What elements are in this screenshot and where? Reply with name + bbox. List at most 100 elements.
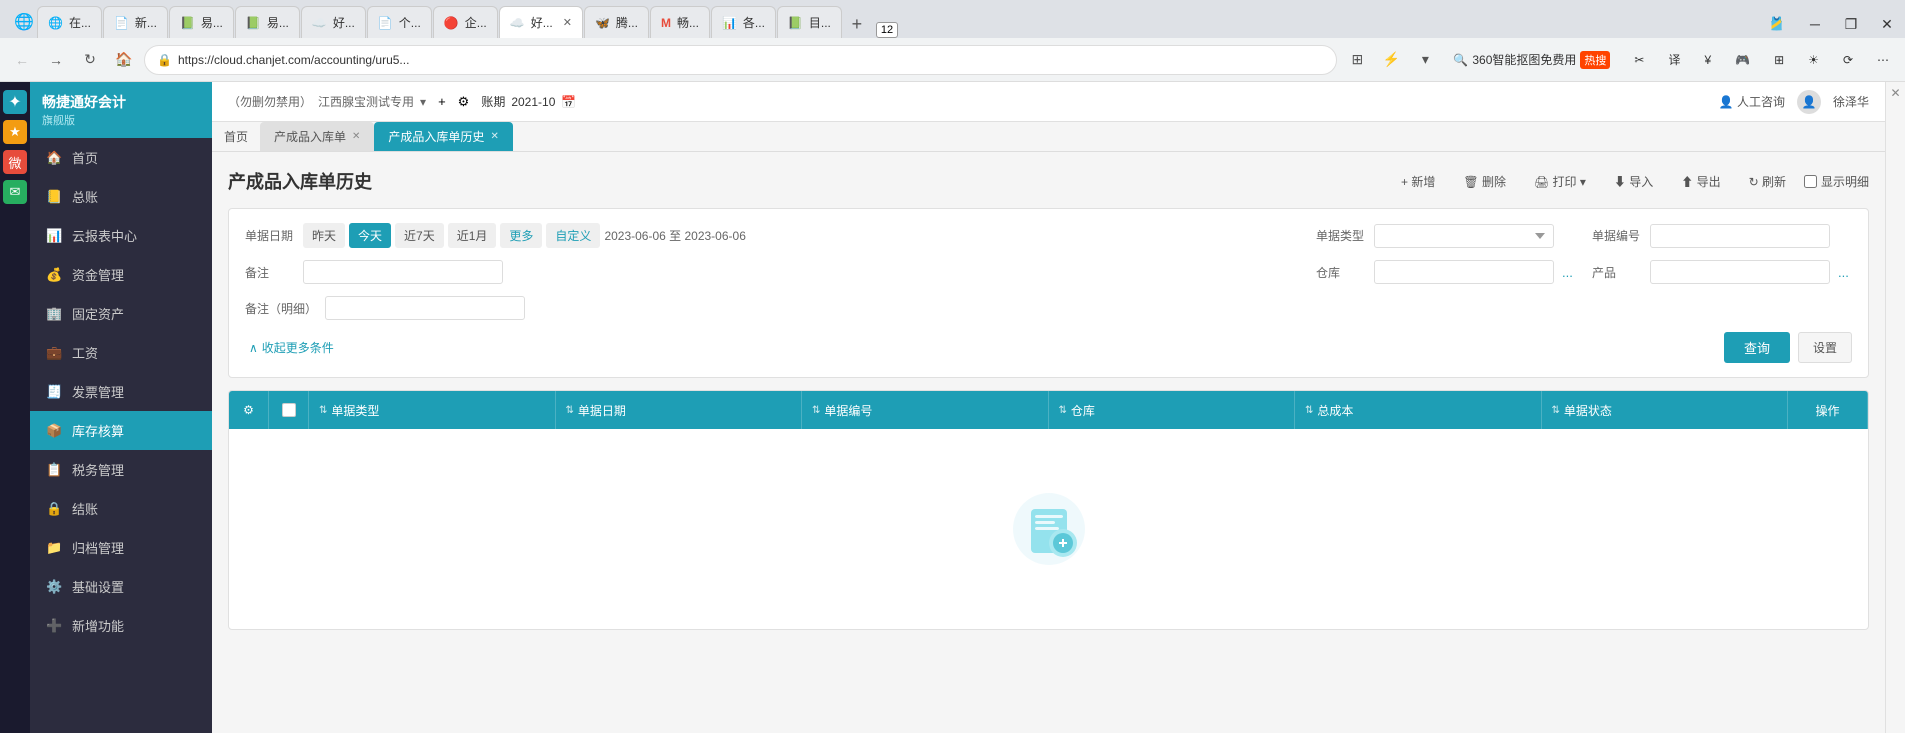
sidebar-item-closing[interactable]: 🔒 结账 [30,489,212,528]
forward-button[interactable]: → [42,46,70,74]
theme-btn[interactable]: ☀ [1800,49,1827,71]
sidebar-item-more[interactable]: ➕ 新增功能 [30,606,212,645]
more-btn[interactable]: ⋯ [1869,49,1897,71]
product-dots[interactable]: ... [1838,265,1849,280]
note-input[interactable] [303,260,503,284]
th-doc-num[interactable]: ⇅ 单据编号 [802,391,1049,429]
tab-2[interactable]: 📄 新... [103,6,168,38]
date-btn-more[interactable]: 更多 [500,223,542,248]
warehouse-dots[interactable]: ... [1562,265,1573,280]
warehouse-label: 仓库 [1316,264,1366,281]
company-settings-btn[interactable]: ⚙ [458,94,470,110]
minimize-button[interactable]: ─ [1801,14,1829,34]
scissors-btn[interactable]: ✂ [1626,49,1652,71]
new-tab-button[interactable]: + [843,10,871,38]
sidebar-item-archive[interactable]: 📁 归档管理 [30,528,212,567]
tab-9[interactable]: 🦋 腾... [584,6,649,38]
back-button[interactable]: ← [8,46,36,74]
sidebar-item-settings[interactable]: ⚙️ 基础设置 [30,567,212,606]
tab-6[interactable]: 📄 个... [367,6,432,38]
icon-sidebar-weibo[interactable]: 微 [3,150,27,174]
refresh-button[interactable]: ↻ 刷新 [1739,169,1796,194]
tab-1[interactable]: 🌐 在... [37,6,102,38]
tab-11[interactable]: 📊 各... [711,6,776,38]
sidebar-item-inventory[interactable]: 📦 库存核算 [30,411,212,450]
th-doc-type[interactable]: ⇅ 单据类型 [309,391,556,429]
tab-navigate-back[interactable]: 🌐 [4,6,36,38]
currency-btn[interactable]: ¥ [1696,49,1719,71]
tab-10[interactable]: M 畅... [650,6,710,38]
th-warehouse[interactable]: ⇅ 仓库 [1049,391,1296,429]
layout-btn[interactable]: ⊞ [1766,49,1792,71]
th-settings[interactable]: ⚙ [229,391,269,429]
sidebar-item-finance[interactable]: 💰 资金管理 [30,255,212,294]
date-btn-yesterday[interactable]: 昨天 [303,223,345,248]
icon-sidebar-mail[interactable]: ✉ [3,180,27,204]
calendar-icon[interactable]: 📅 [561,95,576,109]
sidebar-item-fixed[interactable]: 🏢 固定资产 [30,294,212,333]
sidebar-item-tax[interactable]: 📋 税务管理 [30,450,212,489]
sidebar-item-salary[interactable]: 💼 工资 [30,333,212,372]
reload-button[interactable]: ↻ [76,46,104,74]
doc-num-input[interactable] [1650,224,1830,248]
tab-4[interactable]: 📗 易... [235,6,300,38]
sync-btn[interactable]: ⟳ [1835,49,1861,71]
tab-7[interactable]: 🔴 企... [433,6,498,38]
date-btn-7days[interactable]: 近7天 [395,223,444,248]
right-panel-close[interactable]: ✕ [1890,86,1900,100]
print-button[interactable]: 🖨 打印 ▾ [1524,169,1596,194]
sidebar-item-invoice[interactable]: 🧾 发票管理 [30,372,212,411]
th-doc-date[interactable]: ⇅ 单据日期 [556,391,803,429]
service-label[interactable]: 👤 人工咨询 [1719,93,1785,110]
warehouse-input[interactable] [1374,260,1554,284]
breadcrumb-tab-2[interactable]: 产成品入库单历史 ✕ [374,122,512,151]
th-total-cost[interactable]: ⇅ 总成本 [1295,391,1542,429]
lightning-button[interactable]: ⚡ [1377,46,1405,74]
query-button[interactable]: 查询 [1724,332,1790,363]
search-toolbar-btn[interactable]: 🔍 360智能抠图免费用 热搜 [1445,47,1618,73]
tab-12[interactable]: 📗 目... [777,6,842,38]
tab-3[interactable]: 📗 易... [169,6,234,38]
sidebar-item-ledger[interactable]: 📒 总账 [30,177,212,216]
dropdown-button[interactable]: ▾ [1411,46,1439,74]
delete-button[interactable]: 🗑 删除 [1453,169,1516,194]
page-content: 产成品入库单历史 + 新增 🗑 删除 🖨 打印 ▾ ⬇ 导入 ⬆ 导出 ↻ 刷新… [212,152,1885,733]
maximize-button[interactable]: ❐ [1837,14,1865,34]
close-window-button[interactable]: ✕ [1873,14,1901,34]
date-btn-today[interactable]: 今天 [349,223,391,248]
th-checkbox[interactable] [269,391,309,429]
breadcrumb-tab-1-close[interactable]: ✕ [352,131,360,142]
sidebar-item-home[interactable]: 🏠 首页 [30,138,212,177]
tab-5[interactable]: ☁️ 好... [301,6,366,38]
tab-close-icon[interactable]: ✕ [563,16,572,29]
game-btn[interactable]: 🎮 [1727,49,1758,71]
sidebar-item-report[interactable]: 📊 云报表中心 [30,216,212,255]
url-bar[interactable]: 🔒 https://cloud.chanjet.com/accounting/u… [144,45,1337,75]
export-button[interactable]: ⬆ 导出 [1671,169,1730,194]
icon-sidebar-logo[interactable]: ✦ [3,90,27,114]
home-button[interactable]: 🏠 [110,46,138,74]
company-selector[interactable]: （勿删勿禁用） 江西腺宝测试专用 ▾ [228,93,426,110]
grid-button[interactable]: ⊞ [1343,46,1371,74]
display-detail-input[interactable] [1804,175,1817,188]
doc-type-select[interactable] [1374,224,1554,248]
tab-counter[interactable]: 12 [876,22,898,38]
breadcrumb-home[interactable]: 首页 [224,128,248,145]
product-input[interactable] [1650,260,1830,284]
select-all-checkbox[interactable] [282,403,296,417]
date-btn-custom[interactable]: 自定义 [546,223,600,248]
display-detail-checkbox[interactable]: 显示明细 [1804,173,1869,190]
th-doc-status[interactable]: ⇅ 单据状态 [1542,391,1789,429]
breadcrumb-tab-2-close[interactable]: ✕ [490,131,498,142]
breadcrumb-tab-1[interactable]: 产成品入库单 ✕ [260,122,374,151]
add-company-btn[interactable]: + [438,94,446,109]
add-button[interactable]: + 新增 [1391,169,1445,194]
date-btn-1month[interactable]: 近1月 [448,223,497,248]
tab-8[interactable]: ☁️ 好... ✕ [499,6,583,38]
import-button[interactable]: ⬇ 导入 [1604,169,1663,194]
collapse-btn[interactable]: ∧ 收起更多条件 [245,335,338,360]
translate-btn[interactable]: 译 [1660,47,1688,72]
setting-button[interactable]: 设置 [1798,332,1852,363]
note-detail-input[interactable] [325,296,525,320]
icon-sidebar-star[interactable]: ★ [3,120,27,144]
